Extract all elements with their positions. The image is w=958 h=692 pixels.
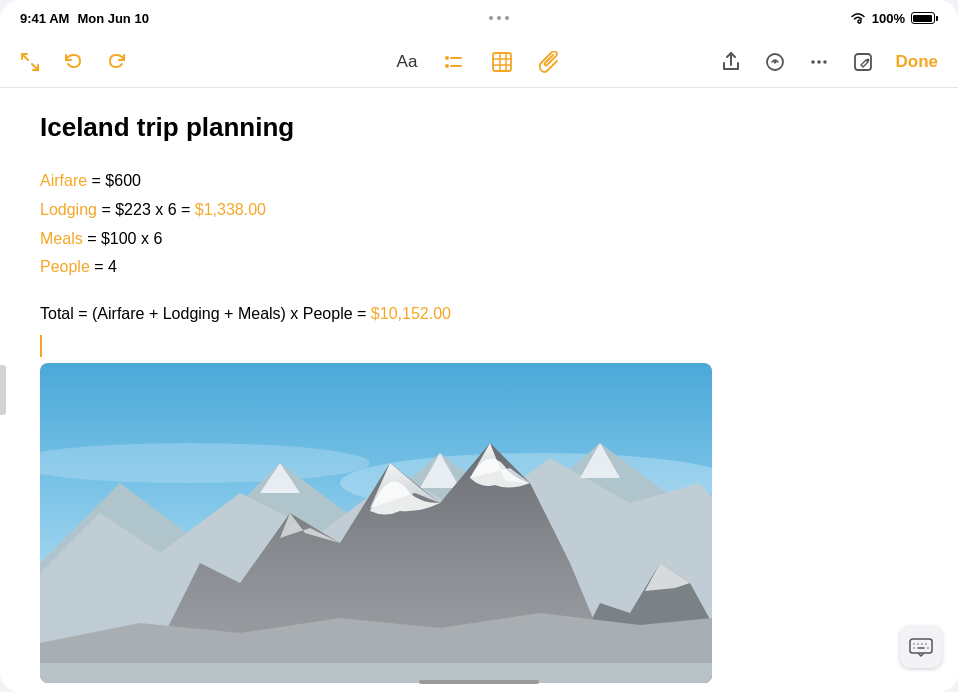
wifi-icon: [850, 12, 866, 24]
collapse-icon: [20, 52, 40, 72]
total-value: $10,152.00: [366, 305, 451, 322]
lodging-label: Lodging: [40, 201, 97, 218]
svg-point-18: [817, 60, 821, 64]
undo-icon: [62, 51, 84, 73]
keyboard-hint-button[interactable]: [900, 626, 942, 668]
note-image: [40, 363, 712, 683]
status-date: Mon Jun 10: [77, 11, 149, 26]
lodging-line: Lodging = $223 x 6 = $1,338.00: [40, 196, 918, 225]
more-button[interactable]: [804, 47, 834, 77]
redo-icon: [106, 51, 128, 73]
svg-point-8: [445, 64, 449, 68]
meals-label: Meals: [40, 230, 83, 247]
status-bar: 9:41 AM Mon Jun 10 100%: [0, 0, 958, 36]
more-icon: [808, 51, 830, 73]
total-line: Total = (Airfare + Lodging + Meals) x Pe…: [40, 300, 918, 327]
status-center-dots: [489, 16, 509, 20]
scroll-indicator: [419, 680, 539, 684]
undo-button[interactable]: [58, 47, 88, 77]
total-prefix: Total = (Airfare + Lodging + Meals) x Pe…: [40, 305, 366, 322]
table-icon: [491, 51, 513, 73]
done-label: Done: [896, 52, 939, 72]
font-button[interactable]: Aa: [393, 48, 422, 76]
share-button[interactable]: [716, 47, 746, 77]
battery-icon: [911, 12, 938, 24]
status-time: 9:41 AM: [20, 11, 69, 26]
svg-rect-37: [910, 639, 932, 653]
mountain-scene-svg: [40, 363, 712, 683]
attach-icon: [539, 51, 561, 73]
list-icon: [443, 51, 465, 73]
markup-button[interactable]: [760, 47, 790, 77]
people-label: People: [40, 258, 90, 275]
done-button[interactable]: Done: [892, 48, 943, 76]
battery-percent: 100%: [872, 11, 905, 26]
status-dot-1: [489, 16, 493, 20]
svg-point-17: [811, 60, 815, 64]
redo-button[interactable]: [102, 47, 132, 77]
collapse-button[interactable]: [16, 48, 44, 76]
note-content: Iceland trip planning Airfare = $600 Lod…: [0, 88, 958, 692]
svg-rect-36: [40, 663, 712, 683]
status-time-date: 9:41 AM Mon Jun 10: [20, 11, 149, 26]
airfare-line: Airfare = $600: [40, 167, 918, 196]
toolbar-left: [16, 47, 325, 77]
status-dot-3: [505, 16, 509, 20]
edit-button[interactable]: [848, 47, 878, 77]
svg-rect-10: [493, 53, 511, 71]
table-button[interactable]: [487, 47, 517, 77]
note-body[interactable]: Airfare = $600 Lodging = $223 x 6 = $1,3…: [40, 167, 918, 359]
meals-line: Meals = $100 x 6: [40, 225, 918, 254]
people-line: People = 4: [40, 253, 918, 282]
markup-icon: [764, 51, 786, 73]
note-title[interactable]: Iceland trip planning: [40, 112, 918, 143]
cursor-indicator: [40, 331, 918, 358]
svg-point-19: [823, 60, 827, 64]
svg-point-6: [445, 56, 449, 60]
status-dot-2: [497, 16, 501, 20]
airfare-label: Airfare: [40, 172, 87, 189]
edit-icon: [852, 51, 874, 73]
share-icon: [720, 51, 742, 73]
status-right: 100%: [850, 11, 938, 26]
toolbar-center: Aa: [325, 47, 634, 77]
side-tab: [0, 365, 6, 415]
list-button[interactable]: [439, 47, 469, 77]
svg-point-16: [773, 60, 776, 63]
keyboard-icon: [909, 637, 933, 657]
toolbar: Aa: [0, 36, 958, 88]
toolbar-right: Done: [633, 47, 942, 77]
font-icon: Aa: [397, 52, 418, 72]
lodging-calc: $1,338.00: [190, 201, 266, 218]
attach-button[interactable]: [535, 47, 565, 77]
